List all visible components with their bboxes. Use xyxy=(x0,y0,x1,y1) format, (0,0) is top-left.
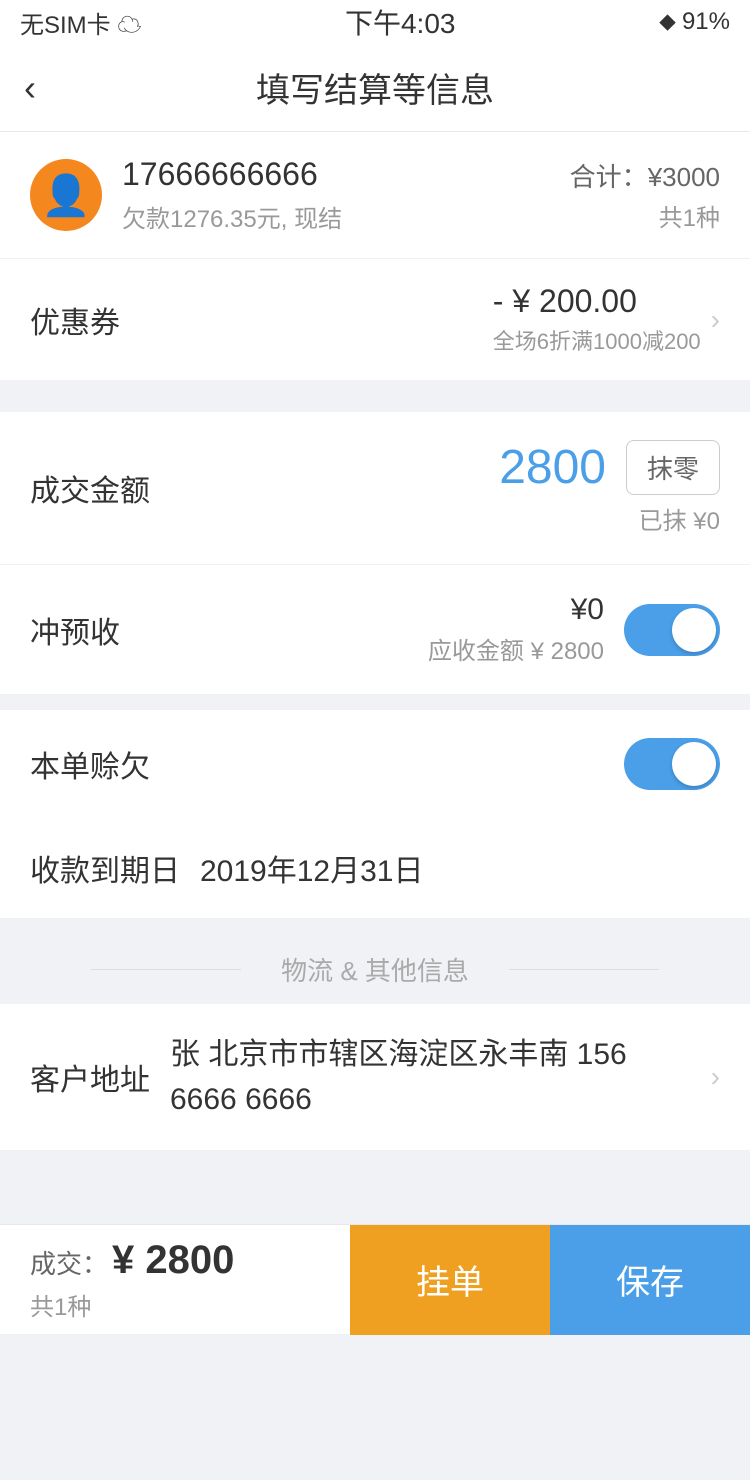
prepay-row: 冲预收 ¥0 应收金额 ¥ 2800 xyxy=(0,565,750,694)
bottom-bar: 成交： ¥ 2800 共1种 挂单 保存 xyxy=(0,1224,750,1334)
customer-info: 17666666666 欠款1276.35元, 现结 xyxy=(122,156,342,234)
already-zero-text: 已抹 ¥0 xyxy=(499,501,720,536)
customer-card: 👤 17666666666 欠款1276.35元, 现结 合计：¥3000 共1… xyxy=(0,132,750,380)
avatar: 👤 xyxy=(30,159,102,231)
back-button[interactable]: ‹ xyxy=(24,67,36,109)
round-zero-button[interactable]: 抹零 xyxy=(626,440,720,495)
chevron-right-icon: › xyxy=(711,304,720,336)
address-row[interactable]: 客户地址 张 北京市市辖区海淀区永丰南 156 6666 6666 › xyxy=(0,1004,750,1150)
bottom-deal-label: 成交： xyxy=(30,1244,108,1281)
transaction-row: 成交金额 2800 抹零 已抹 ¥0 xyxy=(0,412,750,565)
section-divider-1 xyxy=(0,396,750,412)
logistics-line-right xyxy=(509,969,659,970)
toggle-knob xyxy=(672,608,716,652)
due-date: 2019年12月31日 xyxy=(200,846,423,890)
nav-bar: ‹ 填写结算等信息 xyxy=(0,44,750,132)
bottom-count: 共1种 xyxy=(30,1287,320,1322)
logistics-label: 物流 & 其他信息 xyxy=(281,951,469,988)
section-divider-3 xyxy=(0,918,750,934)
avatar-icon: 👤 xyxy=(41,172,91,219)
due-label: 收款到期日 xyxy=(30,846,180,890)
battery-percent: 91% xyxy=(682,8,730,36)
status-right: ⬥ 91% xyxy=(659,8,730,36)
transaction-value-wrap: 2800 抹零 xyxy=(499,440,720,495)
transaction-section: 成交金额 2800 抹零 已抹 ¥0 冲预收 ¥0 应收金额 ¥ 2800 xyxy=(0,412,750,694)
prepay-amount-wrap: ¥0 应收金额 ¥ 2800 xyxy=(428,593,604,666)
customer-left: 👤 17666666666 欠款1276.35元, 现结 xyxy=(30,156,342,234)
sim-status: 无SIM卡 ☁ xyxy=(20,5,141,40)
customer-debt: 欠款1276.35元, 现结 xyxy=(122,199,342,234)
status-bar: 无SIM卡 ☁ 下午4:03 ⬥ 91% xyxy=(0,0,750,44)
address-chevron-icon: › xyxy=(711,1061,720,1093)
total-count: 共1种 xyxy=(570,198,720,233)
address-label: 客户地址 xyxy=(30,1055,150,1099)
coupon-label: 优惠券 xyxy=(30,298,120,342)
credit-section: 本单赊欠 收款到期日 2019年12月31日 xyxy=(0,710,750,918)
bottom-deal-amount: ¥ 2800 xyxy=(112,1238,234,1283)
customer-phone: 17666666666 xyxy=(122,156,342,193)
section-divider-2 xyxy=(0,694,750,710)
bottom-spacer xyxy=(0,1350,750,1480)
coupon-right: - ¥ 200.00 全场6折满1000减200 › xyxy=(493,283,720,356)
credit-row: 本单赊欠 xyxy=(0,710,750,818)
bottom-summary: 成交： ¥ 2800 共1种 xyxy=(0,1238,350,1322)
status-time: 下午4:03 xyxy=(345,2,456,42)
prepay-sub: 应收金额 ¥ 2800 xyxy=(428,631,604,666)
total-label: 合计：¥3000 xyxy=(570,157,720,194)
customer-total: 合计：¥3000 共1种 xyxy=(570,157,720,233)
coupon-row[interactable]: 优惠券 - ¥ 200.00 全场6折满1000减200 › xyxy=(0,258,750,380)
credit-toggle-knob xyxy=(672,742,716,786)
coupon-desc: 全场6折满1000减200 xyxy=(493,324,701,356)
transaction-amount: 2800 xyxy=(499,440,606,495)
transaction-label: 成交金额 xyxy=(30,466,150,510)
save-button[interactable]: 保存 xyxy=(550,1225,750,1335)
status-left: 无SIM卡 ☁ xyxy=(20,5,141,40)
page-title: 填写结算等信息 xyxy=(256,63,494,112)
pending-button[interactable]: 挂单 xyxy=(350,1225,550,1335)
prepay-toggle[interactable] xyxy=(624,604,720,656)
logistics-line-left xyxy=(91,969,241,970)
address-content: 张 北京市市辖区海淀区永丰南 156 6666 6666 xyxy=(170,1032,691,1122)
prepay-label: 冲预收 xyxy=(30,608,120,652)
credit-label: 本单赊欠 xyxy=(30,742,150,786)
logistics-header: 物流 & 其他信息 xyxy=(0,934,750,1004)
battery-icon: ⬥ xyxy=(659,8,676,36)
credit-toggle[interactable] xyxy=(624,738,720,790)
prepay-amount: ¥0 xyxy=(428,593,604,627)
due-date-row: 收款到期日 2019年12月31日 xyxy=(0,818,750,918)
coupon-discount: - ¥ 200.00 xyxy=(493,283,701,320)
